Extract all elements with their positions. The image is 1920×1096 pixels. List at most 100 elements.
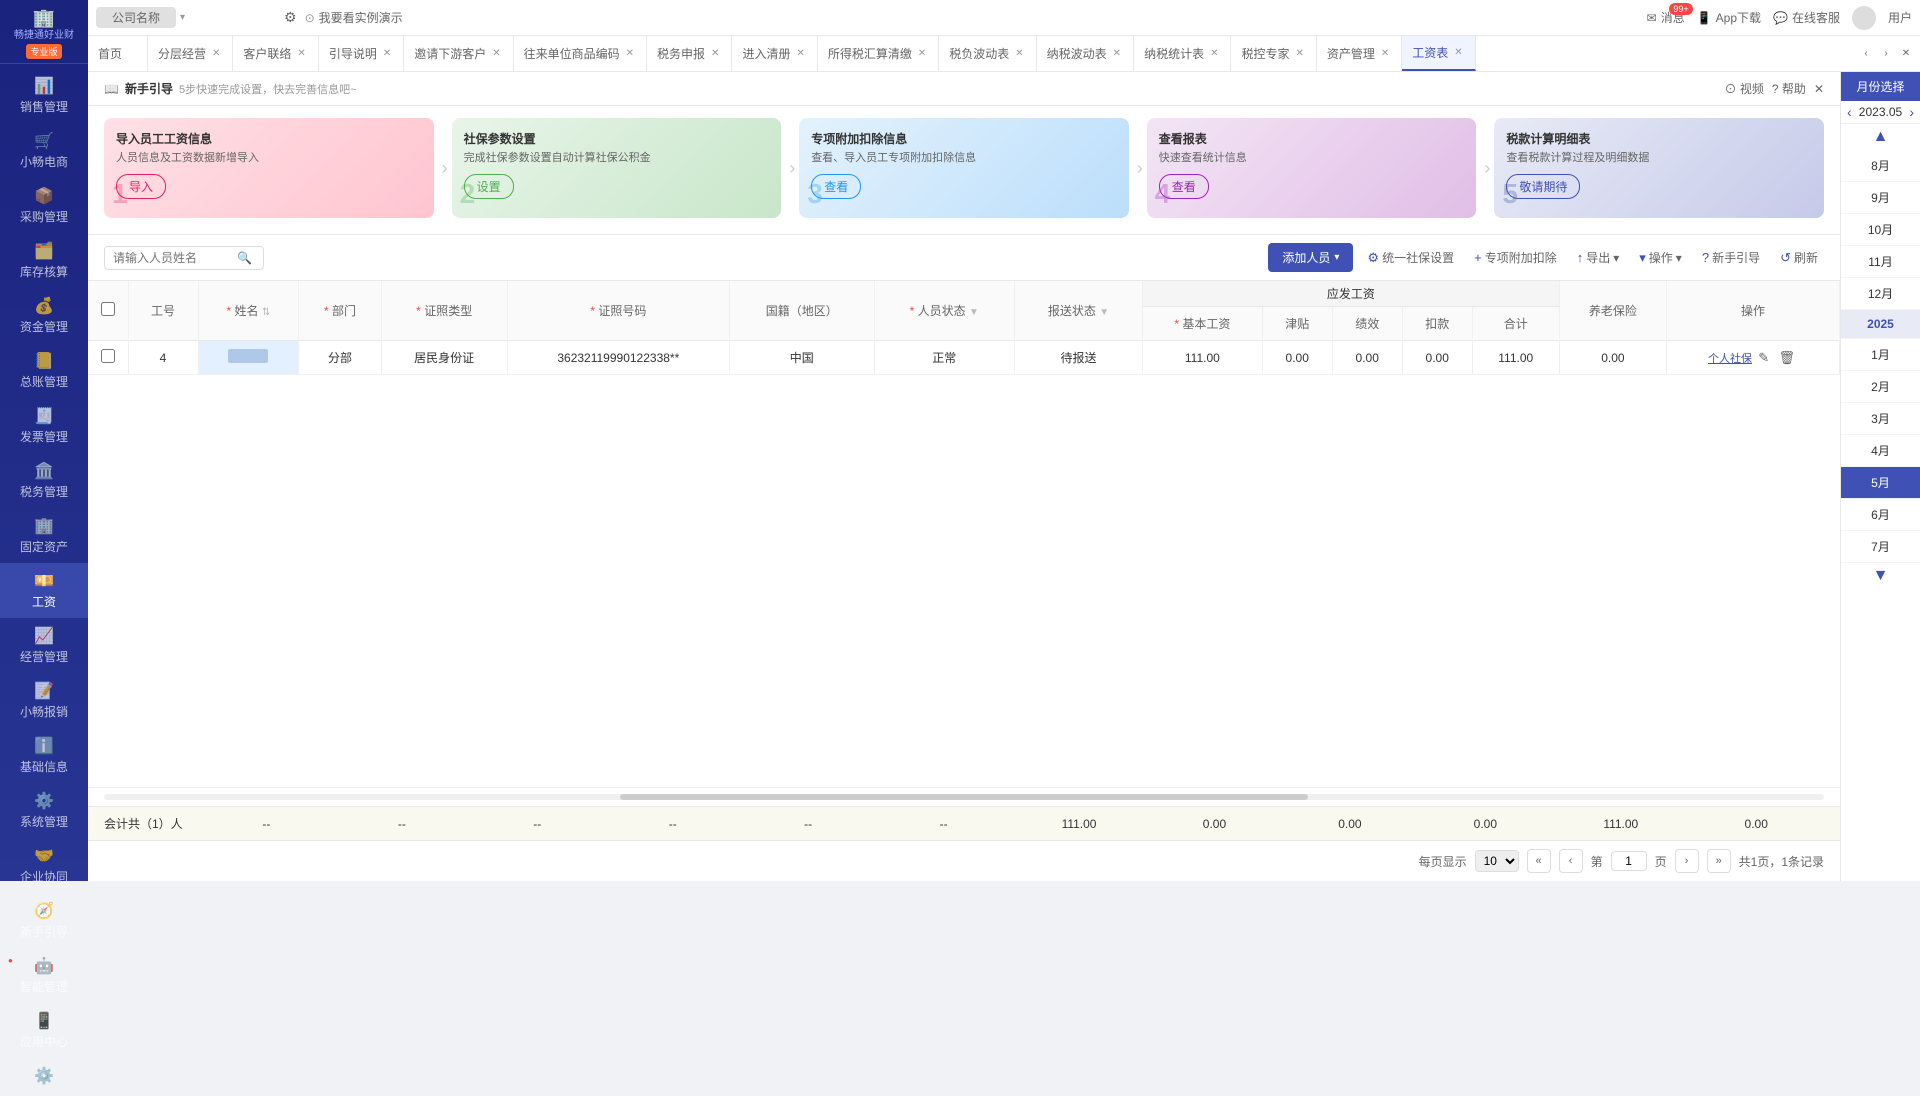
company-selector[interactable]: 公司名称 — [96, 7, 176, 28]
tab-tax-burden[interactable]: 税负波动表 ✕ — [939, 36, 1036, 71]
sidebar-item-sales[interactable]: 📊 销售管理 — [0, 68, 88, 123]
tab-layered-close[interactable]: ✕ — [210, 46, 222, 61]
sidebar-item-assets[interactable]: 🏢 固定资产 — [0, 508, 88, 563]
edit-icon[interactable]: ✎ — [1755, 350, 1772, 365]
username[interactable]: 用户 — [1888, 9, 1912, 26]
month-item-1[interactable]: 1月 — [1841, 339, 1920, 371]
sidebar-settings[interactable]: ⚙️ — [0, 1058, 88, 1096]
tab-asset-mgmt[interactable]: 资产管理 ✕ — [1317, 36, 1402, 71]
tab-tax-wave[interactable]: 纳税波动表 ✕ — [1037, 36, 1134, 71]
social-security-btn[interactable]: ⚙ 统一社保设置 — [1361, 245, 1460, 270]
h-scrollbar-thumb[interactable] — [620, 794, 1308, 800]
sidebar-item-appcenter[interactable]: 📱 应用中心 — [0, 1003, 88, 1058]
search-icon[interactable]: 🔍 — [237, 251, 252, 265]
month-prev-year-btn[interactable]: ‹ — [1847, 105, 1852, 119]
special-deduction-btn[interactable]: + 专项附加扣除 — [1468, 245, 1563, 270]
sidebar-item-ai[interactable]: 🤖 智能管理 — [0, 948, 88, 1003]
h-scrollbar-track[interactable] — [104, 794, 1824, 800]
month-item-2[interactable]: 2月 — [1841, 371, 1920, 403]
sidebar-item-tax[interactable]: 🏛️ 税务管理 — [0, 453, 88, 508]
delete-icon[interactable]: 🗑 — [1776, 350, 1799, 365]
sidebar-item-collab[interactable]: 🤝 企业协同 — [0, 838, 88, 893]
prev-page-btn[interactable]: ‹ — [1559, 849, 1583, 873]
sidebar-item-guide[interactable]: 🧭 新手引导 — [0, 893, 88, 948]
first-page-btn[interactable]: « — [1527, 849, 1551, 873]
new-guide-btn[interactable]: ? 新手引导 — [1696, 245, 1766, 270]
month-up-btn[interactable]: ▲ — [1841, 124, 1920, 150]
sidebar-item-base-info[interactable]: ℹ️ 基础信息 — [0, 728, 88, 783]
sidebar-item-system[interactable]: ⚙️ 系统管理 — [0, 783, 88, 838]
tab-invite-close[interactable]: ✕ — [490, 46, 502, 61]
tab-register-close[interactable]: ✕ — [794, 46, 806, 61]
month-item-3[interactable]: 3月 — [1841, 403, 1920, 435]
tab-tax-expert[interactable]: 税控专家 ✕ — [1231, 36, 1316, 71]
month-item-8[interactable]: 8月 — [1841, 150, 1920, 182]
tab-guide-doc-close[interactable]: ✕ — [381, 46, 393, 61]
sidebar-item-ecommerce[interactable]: 🛒 小畅电商 — [0, 123, 88, 178]
tab-tax-stats-close[interactable]: ✕ — [1208, 46, 1220, 61]
month-down-btn[interactable]: ▼ — [1841, 563, 1920, 589]
tab-next-btn[interactable]: › — [1876, 44, 1896, 64]
tab-payroll[interactable]: 工资表 ✕ — [1402, 36, 1475, 71]
topbar-gear-icon[interactable]: ⚙ — [284, 9, 297, 26]
refresh-btn[interactable]: ↺ 刷新 — [1774, 245, 1824, 270]
month-next-year-btn[interactable]: › — [1909, 105, 1914, 119]
sidebar-item-operations[interactable]: 📈 经营管理 — [0, 618, 88, 673]
online-service-btn[interactable]: 💬 在线客服 — [1773, 9, 1840, 26]
month-item-4[interactable]: 4月 — [1841, 435, 1920, 467]
sidebar-item-inventory[interactable]: 🗂️ 库存核算 — [0, 233, 88, 288]
tab-tax-report-close[interactable]: ✕ — [709, 46, 721, 61]
th-report-status-filter-icon[interactable]: ▼ — [1099, 307, 1109, 318]
tab-income-tax[interactable]: 所得税汇算清缴 ✕ — [818, 36, 939, 71]
tab-customer[interactable]: 客户联络 ✕ — [233, 36, 318, 71]
select-all-checkbox[interactable] — [101, 302, 115, 316]
tab-product-code[interactable]: 往来单位商品编码 ✕ — [514, 36, 647, 71]
last-page-btn[interactable]: » — [1707, 849, 1731, 873]
sidebar-item-invoice[interactable]: 🧾 发票管理 — [0, 398, 88, 453]
tab-product-code-close[interactable]: ✕ — [624, 46, 636, 61]
month-item-7[interactable]: 7月 — [1841, 531, 1920, 563]
month-item-10[interactable]: 10月 — [1841, 214, 1920, 246]
personal-social-btn[interactable]: 个人社保 — [1708, 353, 1752, 365]
page-size-select[interactable]: 10 20 50 — [1475, 850, 1519, 872]
month-item-5[interactable]: 5月 — [1841, 467, 1920, 499]
th-name-sort-icon[interactable]: ⇅ — [262, 307, 270, 318]
tab-customer-close[interactable]: ✕ — [295, 46, 307, 61]
tab-tax-stats[interactable]: 纳税统计表 ✕ — [1134, 36, 1231, 71]
guide-close-btn[interactable]: ✕ — [1814, 82, 1824, 96]
row-checkbox[interactable] — [101, 349, 115, 363]
month-item-6[interactable]: 6月 — [1841, 499, 1920, 531]
tab-invite[interactable]: 邀请下游客户 ✕ — [404, 36, 513, 71]
month-item-11[interactable]: 11月 — [1841, 246, 1920, 278]
tab-asset-mgmt-close[interactable]: ✕ — [1379, 46, 1391, 61]
demo-btn[interactable]: ⊙ 我要看实例演示 — [305, 9, 403, 26]
help-btn[interactable]: ? 帮助 — [1772, 80, 1806, 97]
video-btn[interactable]: ⊙ 视频 — [1725, 80, 1764, 97]
tab-payroll-close[interactable]: ✕ — [1452, 45, 1464, 60]
month-item-9[interactable]: 9月 — [1841, 182, 1920, 214]
tab-register[interactable]: 进入清册 ✕ — [732, 36, 817, 71]
app-download-btn[interactable]: 📱 App下载 — [1697, 9, 1761, 26]
tab-prev-btn[interactable]: ‹ — [1856, 44, 1876, 64]
tab-layered[interactable]: 分层经营 ✕ — [148, 36, 233, 71]
sidebar-item-purchase[interactable]: 📦 采购管理 — [0, 178, 88, 233]
search-box[interactable]: 🔍 — [104, 246, 264, 270]
export-btn[interactable]: ↑ 导出 ▾ — [1571, 245, 1626, 270]
tab-tax-burden-close[interactable]: ✕ — [1013, 46, 1025, 61]
company-dropdown-icon[interactable]: ▾ — [180, 12, 185, 23]
sidebar-item-ledger[interactable]: 📒 总账管理 — [0, 343, 88, 398]
tab-home[interactable]: 首页 — [88, 36, 148, 71]
th-status-filter-icon[interactable]: ▼ — [969, 307, 979, 318]
next-page-btn[interactable]: › — [1675, 849, 1699, 873]
tab-tax-wave-close[interactable]: ✕ — [1111, 46, 1123, 61]
sidebar-item-expense[interactable]: 📝 小畅报销 — [0, 673, 88, 728]
tab-close-all-btn[interactable]: ✕ — [1896, 44, 1916, 64]
operations-btn[interactable]: ▾ 操作 ▾ — [1633, 245, 1688, 270]
message-btn[interactable]: ✉ 消息 99+ — [1647, 9, 1685, 26]
page-input[interactable] — [1611, 851, 1647, 871]
avatar[interactable] — [1852, 6, 1876, 30]
search-input[interactable] — [113, 251, 233, 265]
tab-guide-doc[interactable]: 引导说明 ✕ — [319, 36, 404, 71]
sidebar-item-payroll[interactable]: 💴 工资 — [0, 563, 88, 618]
tab-income-tax-close[interactable]: ✕ — [916, 46, 928, 61]
